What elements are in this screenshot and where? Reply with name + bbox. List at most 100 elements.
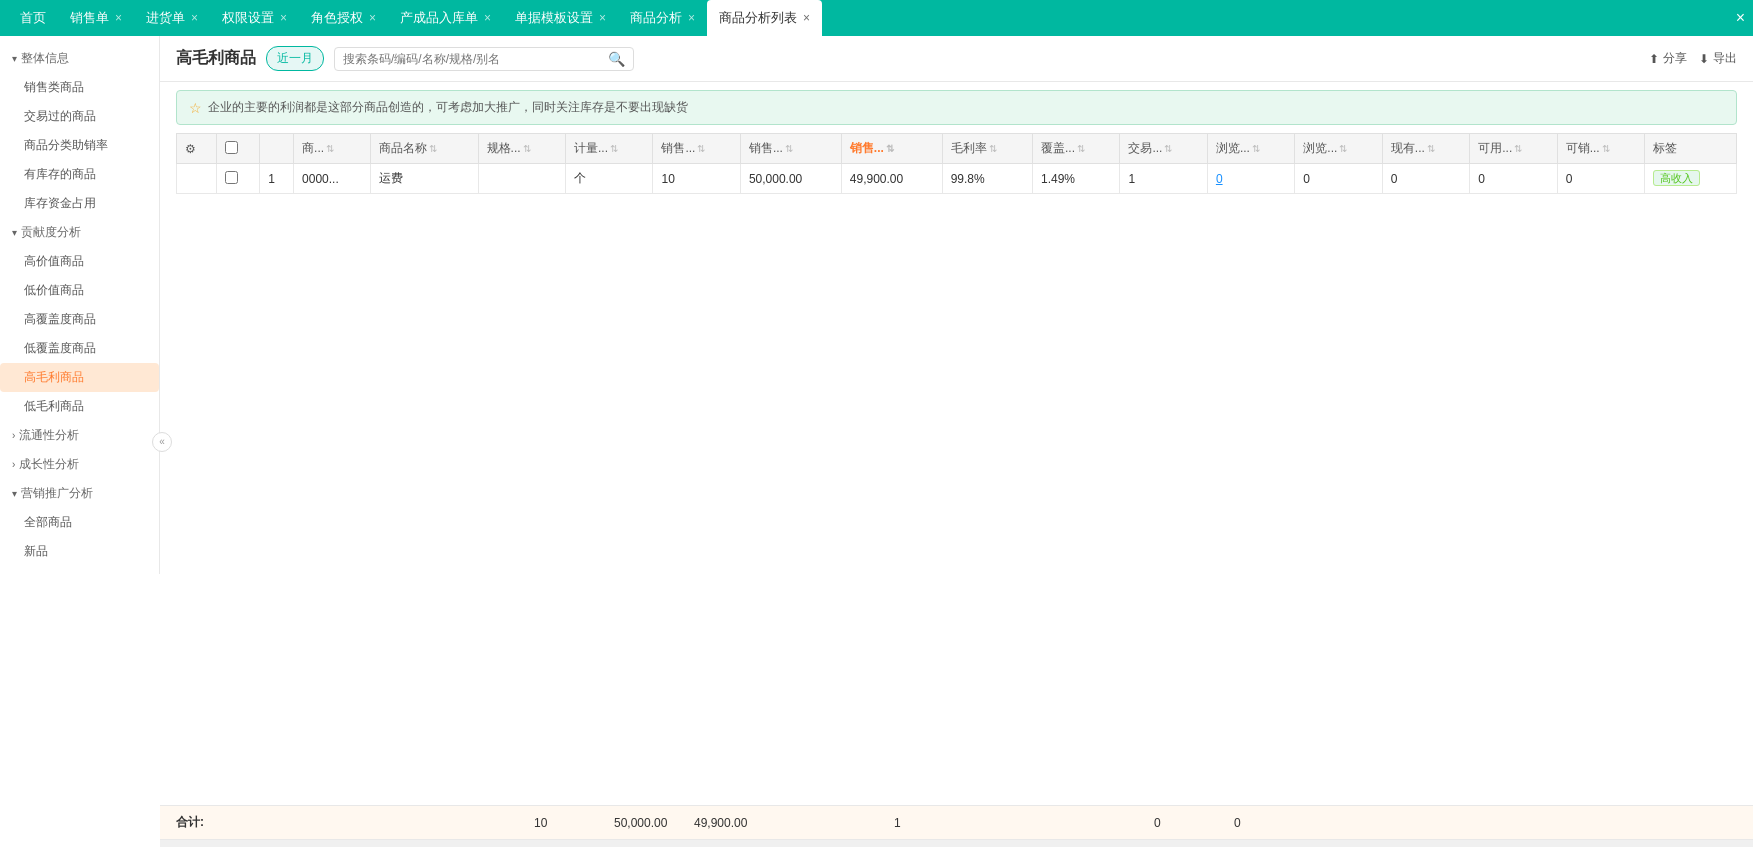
close-tab-template[interactable]: × [599,11,606,25]
close-tab-role-auth[interactable]: × [369,11,376,25]
horizontal-scrollbar[interactable] [160,839,1753,847]
table-row: 1 0000... 运费 个 10 50,000.00 49,900.00 99… [177,164,1737,194]
row-code: 0000... [294,164,371,194]
row-checkbox[interactable] [217,164,260,194]
table-wrapper: ⚙ 商...⇅ 商品名称⇅ 规格...⇅ 计量...⇅ 销售...⇅ 销售...… [160,133,1753,805]
close-all-tabs[interactable]: × [1736,9,1745,27]
sidebar-item-low-margin[interactable]: 低毛利商品 [0,392,159,421]
sidebar-section-marketing[interactable]: ▾ 营销推广分析 [0,479,159,508]
close-tab-purchase-order[interactable]: × [191,11,198,25]
row-stock-available: 0 [1470,164,1557,194]
sidebar-item-category-rate[interactable]: 商品分类助销率 [0,131,159,160]
share-button[interactable]: ⬆ 分享 [1649,50,1687,67]
close-tab-permission[interactable]: × [280,11,287,25]
footer-cells: 10 50,000.00 49,900.00 1 0 0 [256,816,1737,830]
tab-sales-order[interactable]: 销售单 × [58,0,134,36]
col-stock-current[interactable]: 现有...⇅ [1382,134,1469,164]
header-actions: ⬆ 分享 ⬇ 导出 [1649,50,1737,67]
col-unit[interactable]: 计量...⇅ [566,134,653,164]
col-checkbox[interactable] [217,134,260,164]
tab-role-auth[interactable]: 角色授权 × [299,0,388,36]
row-tag: 高收入 [1645,164,1737,194]
col-gross-margin[interactable]: 毛利率⇅ [942,134,1032,164]
tab-purchase-order[interactable]: 进货单 × [134,0,210,36]
col-stock-saleable[interactable]: 可销...⇅ [1557,134,1644,164]
col-code[interactable]: 商...⇅ [294,134,371,164]
row-unit: 个 [566,164,653,194]
sidebar-section-liquidity[interactable]: › 流通性分析 [0,421,159,450]
share-icon: ⬆ [1649,52,1659,66]
select-all-checkbox[interactable] [225,141,238,154]
table-header-row: ⚙ 商...⇅ 商品名称⇅ 规格...⇅ 计量...⇅ 销售...⇅ 销售...… [177,134,1737,164]
col-coverage[interactable]: 覆盖...⇅ [1032,134,1119,164]
col-stock-available[interactable]: 可用...⇅ [1470,134,1557,164]
footer-trade: 1 [886,816,966,830]
sidebar-item-traded-products[interactable]: 交易过的商品 [0,102,159,131]
sidebar-item-in-stock[interactable]: 有库存的商品 [0,160,159,189]
main-layout: ▾ 整体信息 销售类商品 交易过的商品 商品分类助销率 有库存的商品 库存资金占… [0,36,1753,847]
sidebar-item-high-value[interactable]: 高价值商品 [0,247,159,276]
footer-empty-current [1086,816,1146,830]
col-spec[interactable]: 规格...⇅ [478,134,565,164]
col-settings[interactable]: ⚙ [177,134,217,164]
sidebar-item-high-margin[interactable]: 高毛利商品 [0,363,159,392]
row-coverage: 1.49% [1032,164,1119,194]
content-header: 高毛利商品 近一月 🔍 ⬆ 分享 ⬇ 导出 [160,36,1753,82]
tab-home[interactable]: 首页 [8,0,58,36]
close-tab-analysis-list[interactable]: × [803,11,810,25]
footer-sales-qty: 10 [526,816,606,830]
col-views2[interactable]: 浏览...⇅ [1295,134,1382,164]
sidebar-item-low-value[interactable]: 低价值商品 [0,276,159,305]
tab-product-analysis[interactable]: 商品分析 × [618,0,707,36]
content-area: 高毛利商品 近一月 🔍 ⬆ 分享 ⬇ 导出 ☆ 企业的主要的利润都是这部分商品创… [160,36,1753,847]
row-views1[interactable]: 0 [1207,164,1294,194]
col-sales-amount[interactable]: 销售...⇅ [740,134,841,164]
row-spec [478,164,565,194]
sidebar-item-sales-products[interactable]: 销售类商品 [0,73,159,102]
sidebar-section-growth[interactable]: › 成长性分析 [0,450,159,479]
row-stock-current: 0 [1382,164,1469,194]
footer-cell-empty4 [346,816,476,830]
col-trade[interactable]: 交易...⇅ [1120,134,1207,164]
tab-permission-settings[interactable]: 权限设置 × [210,0,299,36]
sidebar-collapse-button[interactable]: « [152,432,172,452]
sidebar-item-all-products[interactable]: 全部商品 [0,508,159,537]
export-button[interactable]: ⬇ 导出 [1699,50,1737,67]
sidebar-section-overall[interactable]: ▾ 整体信息 [0,44,159,73]
search-input[interactable] [343,52,608,66]
row-views2: 0 [1295,164,1382,194]
tab-product-inbound[interactable]: 产成品入库单 × [388,0,503,36]
sidebar-item-stock-capital[interactable]: 库存资金占用 [0,189,159,218]
top-navigation: 首页 销售单 × 进货单 × 权限设置 × 角色授权 × 产成品入库单 × 单据… [0,0,1753,36]
close-tab-analysis[interactable]: × [688,11,695,25]
col-views1[interactable]: 浏览...⇅ [1207,134,1294,164]
sidebar-section-contribution[interactable]: ▾ 贡献度分析 [0,218,159,247]
search-box: 🔍 [334,47,634,71]
close-tab-product-inbound[interactable]: × [484,11,491,25]
footer-summary: 合计: 10 50,000.00 49,900.00 1 0 0 [160,805,1753,839]
info-icon: ☆ [189,100,202,116]
tab-product-analysis-list[interactable]: 商品分析列表 × [707,0,822,36]
search-icon[interactable]: 🔍 [608,51,625,67]
sidebar-item-high-coverage[interactable]: 高覆盖度商品 [0,305,159,334]
footer-saleable: 0 [1226,816,1306,830]
arrow-contribution: ▾ [12,227,17,238]
footer-empty-margin [766,816,826,830]
row-sales-cost: 49,900.00 [841,164,942,194]
close-tab-sales-order[interactable]: × [115,11,122,25]
tab-template-settings[interactable]: 单据模板设置 × [503,0,618,36]
footer-cell-empty3 [316,816,346,830]
row-select-checkbox[interactable] [225,171,238,184]
sidebar-item-low-coverage[interactable]: 低覆盖度商品 [0,334,159,363]
filter-recent-month[interactable]: 近一月 [266,46,324,71]
col-sales-cost[interactable]: 销售...⇅ [841,134,942,164]
sidebar-item-new-products[interactable]: 新品 [0,537,159,566]
footer-label: 合计: [176,814,256,831]
col-tag: 标签 [1645,134,1737,164]
col-name[interactable]: 商品名称⇅ [371,134,479,164]
row-trade: 1 [1120,164,1207,194]
footer-available: 0 [1146,816,1226,830]
row-stock-saleable: 0 [1557,164,1644,194]
arrow-overall: ▾ [12,53,17,64]
col-sales-qty[interactable]: 销售...⇅ [653,134,740,164]
